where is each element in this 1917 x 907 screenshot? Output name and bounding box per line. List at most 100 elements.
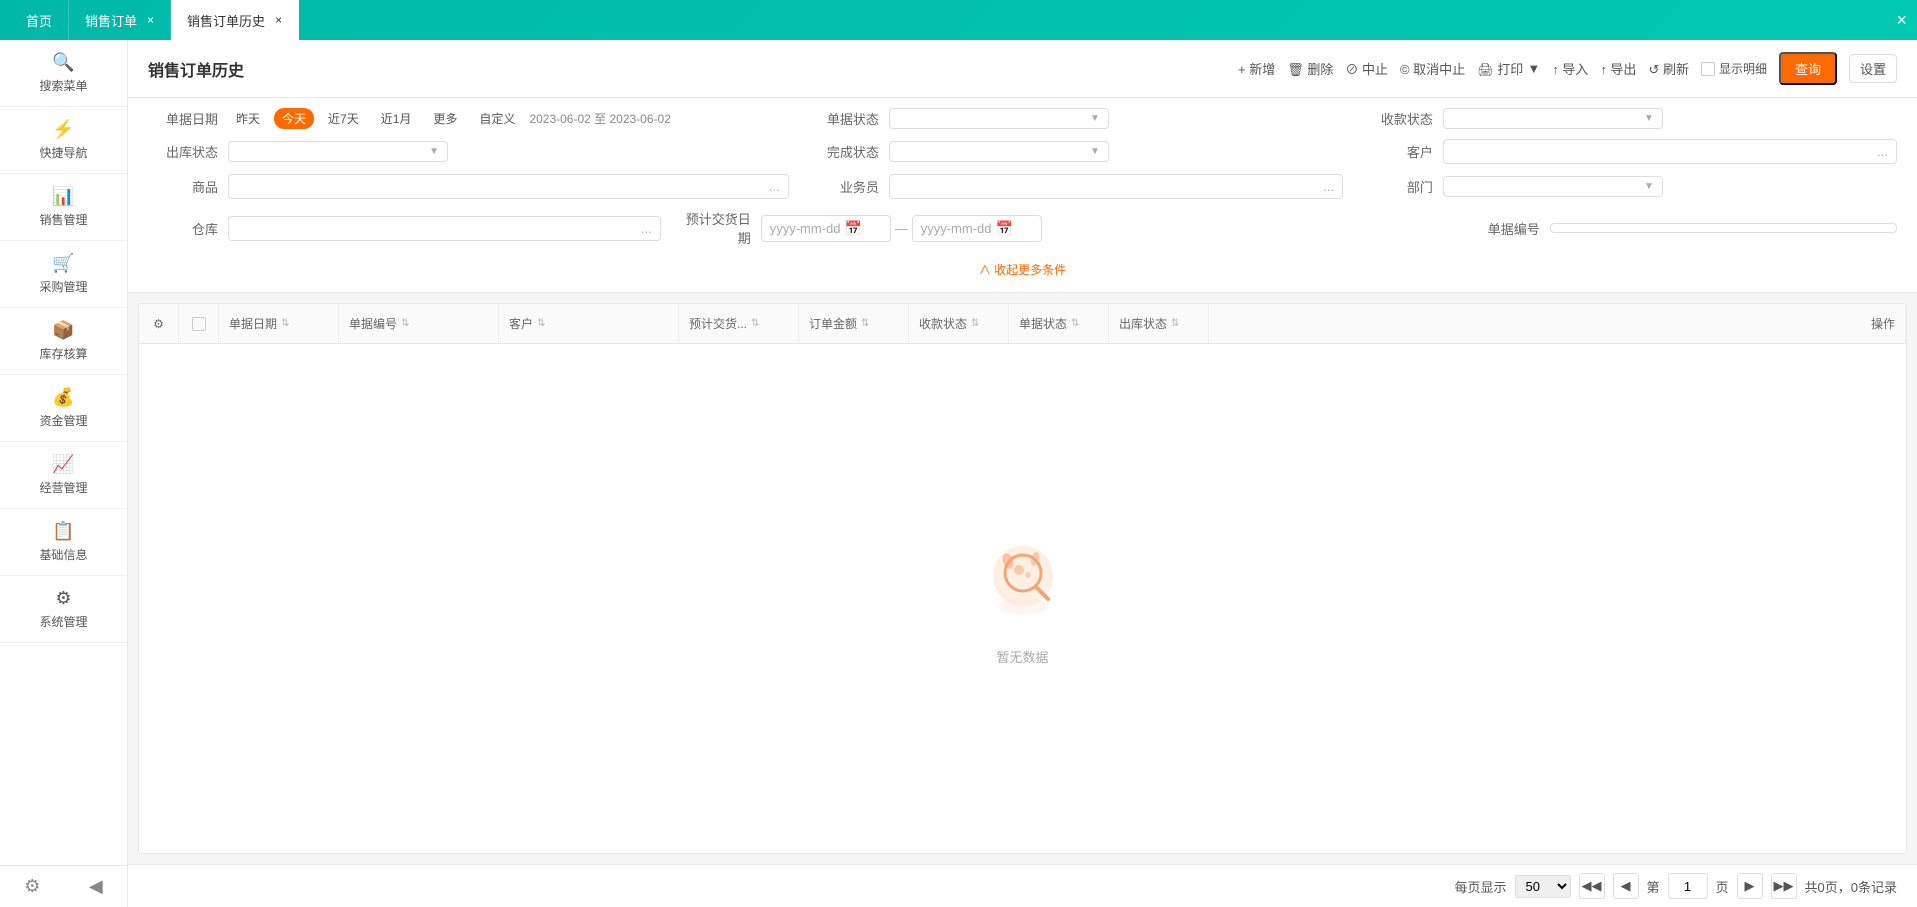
sidebar-item-operations[interactable]: 📈 经营管理 [0, 442, 127, 509]
order-no-label: 单据编号 [1470, 219, 1550, 238]
sidebar-item-search-menu-label: 搜索菜单 [39, 77, 87, 94]
out-status-select[interactable]: ▼ [228, 141, 448, 162]
page-number-input[interactable] [1668, 873, 1708, 899]
first-page-icon: ◀◀ [1582, 878, 1602, 894]
th-payment-status[interactable]: 收款状态 ⇅ [909, 304, 1009, 343]
tab-sales-order-close[interactable]: × [147, 13, 154, 27]
customer-input[interactable]: ... [1443, 139, 1897, 164]
th-amount[interactable]: 订单金额 ⇅ [799, 304, 909, 343]
display-cols-toggle[interactable]: 显示明细 [1701, 60, 1767, 77]
tab-sales-order-label: 销售订单 [85, 11, 137, 30]
sidebar-collapse-btn[interactable]: ◀ [89, 876, 103, 897]
sidebar-item-purchase-mgmt[interactable]: 🛒 采购管理 [0, 241, 127, 308]
print-btn[interactable]: 🖨 打印 ▼ [1477, 59, 1540, 78]
tab-sales-order-history[interactable]: 销售订单历史 × [171, 0, 299, 40]
sidebar-settings-btn[interactable]: ⚙ [24, 876, 40, 897]
stop-btn[interactable]: ⊘ 中止 [1345, 59, 1388, 78]
th-check[interactable] [179, 304, 219, 343]
date-7days[interactable]: 近7天 [320, 108, 367, 129]
sidebar-item-sales-mgmt-label: 销售管理 [39, 211, 87, 228]
page-word: 第 [1647, 877, 1660, 896]
filter-group-customer: 客户 ... [1363, 139, 1897, 164]
tab-sales-order-history-close[interactable]: × [275, 13, 282, 27]
sort-out-status-icon[interactable]: ⇅ [1171, 318, 1179, 329]
date-today[interactable]: 今天 [274, 108, 314, 129]
sidebar-item-sales-mgmt[interactable]: 📊 销售管理 [0, 174, 127, 241]
calendar-from-icon[interactable]: 📅 [844, 220, 861, 237]
sort-customer-icon[interactable]: ⇅ [537, 318, 545, 329]
filter-row-3: 商品 ... 业务员 ... 部门 [148, 174, 1897, 199]
sort-delivery-icon[interactable]: ⇅ [751, 318, 759, 329]
basic-info-icon: 📋 [52, 521, 74, 542]
warehouse-input[interactable]: ... [228, 216, 661, 241]
sidebar-item-inventory-label: 库存核算 [39, 345, 87, 362]
export-btn[interactable]: ↑ 导出 [1600, 59, 1636, 78]
sort-order-no-icon[interactable]: ⇅ [401, 318, 409, 329]
date-dash: — [895, 221, 908, 236]
payment-status-chevron: ▼ [1644, 113, 1654, 124]
sidebar-item-sys-mgmt[interactable]: ⚙ 系统管理 [0, 576, 127, 643]
close-all-btn[interactable]: × [1896, 10, 1907, 31]
warehouse-dots[interactable]: ... [641, 221, 652, 236]
tab-home[interactable]: 首页 [10, 0, 69, 40]
import-btn[interactable]: ↑ 导入 [1552, 59, 1588, 78]
first-page-btn[interactable]: ◀◀ [1579, 873, 1605, 899]
filter-group-out-status: 出库状态 ▼ [148, 141, 789, 162]
customer-dots[interactable]: ... [1877, 144, 1888, 159]
query-btn[interactable]: 查询 [1779, 52, 1837, 85]
th-date[interactable]: 单据日期 ⇅ [219, 304, 339, 343]
settings-btn[interactable]: 设置 [1849, 54, 1897, 83]
sidebar-item-inventory[interactable]: 📦 库存核算 [0, 308, 127, 375]
print-arrow: ▼ [1527, 61, 1540, 76]
department-select[interactable]: ▼ [1443, 176, 1663, 197]
bill-status-select[interactable]: ▼ [889, 108, 1109, 129]
sidebar-item-finance[interactable]: 💰 资金管理 [0, 375, 127, 442]
th-order-no[interactable]: 单据编号 ⇅ [339, 304, 499, 343]
th-delivery-label: 预计交货... [689, 315, 747, 332]
delivery-to-input[interactable]: yyyy-mm-dd 📅 [912, 215, 1042, 242]
order-no-input[interactable] [1550, 223, 1897, 233]
payment-status-label: 收款状态 [1363, 109, 1443, 128]
display-cols-checkbox[interactable] [1701, 62, 1715, 76]
th-delivery[interactable]: 预计交货... ⇅ [679, 304, 799, 343]
delivery-from-input[interactable]: yyyy-mm-dd 📅 [761, 215, 891, 242]
date-filter-value: 昨天 今天 近7天 近1月 更多 自定义 2023-06-02 至 2023-0… [228, 108, 789, 129]
sort-amount-icon[interactable]: ⇅ [861, 318, 869, 329]
select-all-checkbox[interactable] [192, 317, 206, 331]
sidebar-item-quick-nav[interactable]: ⚡ 快捷导航 [0, 107, 127, 174]
date-custom[interactable]: 自定义 [471, 108, 523, 129]
calendar-to-icon[interactable]: 📅 [995, 220, 1012, 237]
tab-sales-order[interactable]: 销售订单 × [69, 0, 171, 40]
cancel-stop-btn[interactable]: © 取消中止 [1400, 59, 1465, 78]
next-page-btn[interactable]: ▶ [1737, 873, 1763, 899]
filter-row-2: 出库状态 ▼ 完成状态 ▼ 客户 [148, 139, 1897, 164]
date-yesterday[interactable]: 昨天 [228, 108, 268, 129]
per-page-select[interactable]: 10 20 50 100 [1515, 875, 1571, 898]
sort-date-icon[interactable]: ⇅ [281, 318, 289, 329]
complete-status-select[interactable]: ▼ [889, 141, 1109, 162]
goods-input[interactable]: ... [228, 174, 789, 199]
salesperson-input[interactable]: ... [889, 174, 1343, 199]
date-1month[interactable]: 近1月 [373, 108, 420, 129]
payment-status-select[interactable]: ▼ [1443, 108, 1663, 129]
date-more[interactable]: 更多 [425, 108, 465, 129]
new-btn[interactable]: + 新增 [1238, 59, 1275, 78]
sort-bill-status-icon[interactable]: ⇅ [1071, 318, 1079, 329]
filter-group-bill-status: 单据状态 ▼ [809, 108, 1343, 129]
th-bill-status[interactable]: 单据状态 ⇅ [1009, 304, 1109, 343]
goods-dots[interactable]: ... [769, 179, 780, 194]
last-page-btn[interactable]: ▶▶ [1771, 873, 1797, 899]
salesperson-dots[interactable]: ... [1323, 179, 1334, 194]
th-settings[interactable]: ⚙ [139, 304, 179, 343]
sidebar-item-basic-info[interactable]: 📋 基础信息 [0, 509, 127, 576]
refresh-btn[interactable]: ↺ 刷新 [1648, 59, 1689, 78]
th-customer[interactable]: 客户 ⇅ [499, 304, 679, 343]
th-out-status[interactable]: 出库状态 ⇅ [1109, 304, 1209, 343]
delete-btn[interactable]: 🗑 删除 [1287, 59, 1333, 78]
sort-payment-icon[interactable]: ⇅ [971, 318, 979, 329]
sidebar-item-search-menu[interactable]: 🔍 搜索菜单 [0, 40, 127, 107]
page-title: 销售订单历史 [148, 57, 244, 81]
prev-page-btn[interactable]: ◀ [1613, 873, 1639, 899]
collapse-more-conditions[interactable]: ∧ 收起更多条件 [148, 257, 1897, 282]
filter-group-complete-status: 完成状态 ▼ [809, 141, 1343, 162]
